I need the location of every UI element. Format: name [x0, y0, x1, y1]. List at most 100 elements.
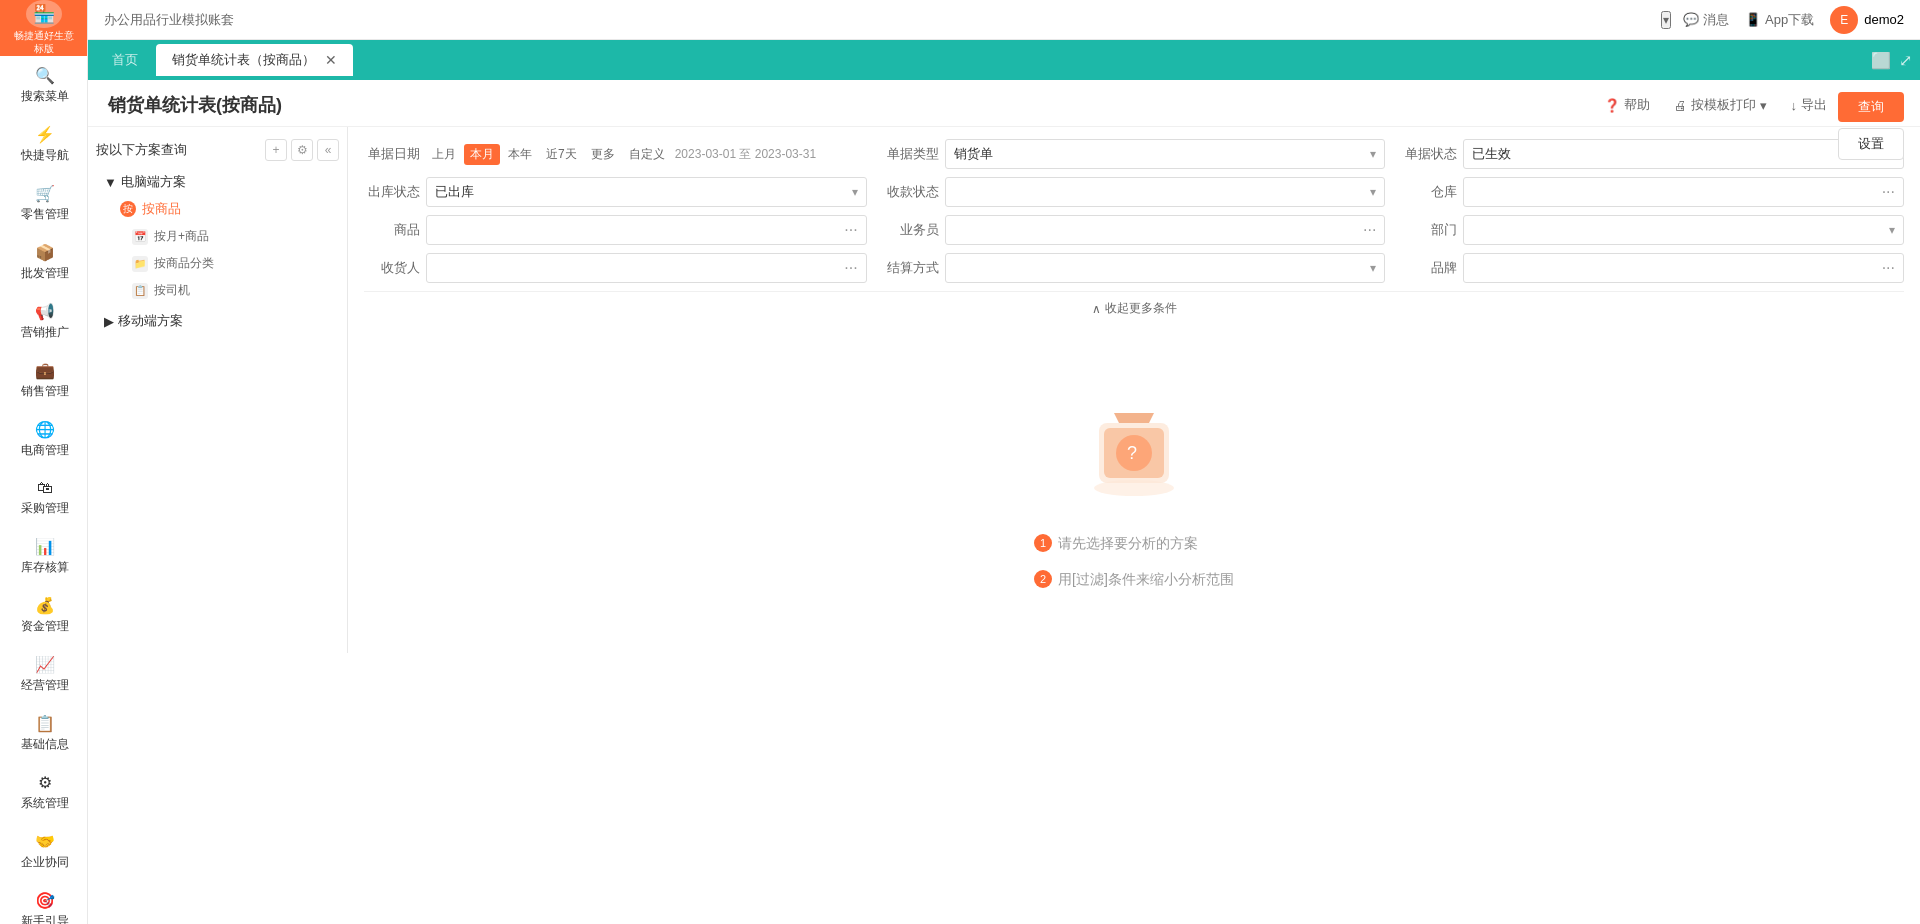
scheme-by-month-product[interactable]: 📅 按月+商品 — [96, 223, 339, 250]
page-title: 销货单统计表(按商品) — [108, 93, 282, 117]
sidebar-item-marketing[interactable]: 📢 营销推广 — [0, 292, 87, 351]
date-tab-last-month[interactable]: 上月 — [426, 144, 462, 165]
sidebar-item-finance[interactable]: 💰 资金管理 — [0, 586, 87, 645]
maximize-icon[interactable]: ⤢ — [1899, 51, 1912, 70]
sidebar-item-operations[interactable]: 📈 经营管理 — [0, 645, 87, 704]
brand-input[interactable]: ··· — [1463, 253, 1904, 283]
collapse-left-btn[interactable]: « — [317, 139, 339, 161]
collapse-filters-btn[interactable]: ∧ 收起更多条件 — [1092, 300, 1177, 317]
wholesale-icon: 📦 — [35, 243, 55, 262]
query-button[interactable]: 查询 — [1838, 92, 1904, 122]
salesperson-input[interactable]: ··· — [945, 215, 1386, 245]
scheme-by-category[interactable]: 📁 按商品分类 — [96, 250, 339, 277]
tab-close-icon[interactable]: ✕ — [325, 52, 337, 68]
add-icon: + — [272, 143, 279, 157]
user-menu[interactable]: E demo2 — [1830, 6, 1904, 34]
doc-status-label: 单据状态 — [1401, 145, 1457, 163]
mobile-group-label: 移动端方案 — [118, 312, 183, 330]
date-range-value: 2023-03-01 至 2023-03-31 — [675, 146, 816, 163]
filter-row-3: 商品 ··· 业务员 ··· — [364, 215, 1904, 245]
salesperson-label: 业务员 — [883, 221, 939, 239]
desktop-group-header[interactable]: ▼ 电脑端方案 — [96, 169, 339, 195]
sidebar-item-quick-nav-label: 快捷导航 — [21, 147, 69, 164]
product-dots-icon: ··· — [844, 221, 857, 239]
filter-right-panel: 单据日期 上月 本月 本年 近7天 更多 自定义 20 — [348, 127, 1920, 333]
app-download-label: App下载 — [1765, 11, 1814, 29]
app-download-btn[interactable]: 📱 App下载 — [1745, 11, 1814, 29]
sidebar-item-retail[interactable]: 🛒 零售管理 — [0, 174, 87, 233]
department-arrow-icon: ▾ — [1889, 223, 1895, 237]
sidebar-item-inventory-label: 库存核算 — [21, 559, 69, 576]
settings-scheme-btn[interactable]: ⚙ — [291, 139, 313, 161]
date-tabs: 上月 本月 本年 近7天 更多 自定义 — [426, 144, 671, 165]
filter-left-panel: 按以下方案查询 + ⚙ « ▼ — [88, 127, 348, 653]
sidebar-item-basic[interactable]: 📋 基础信息 — [0, 704, 87, 763]
operations-icon: 📈 — [35, 655, 55, 674]
tab-home[interactable]: 首页 — [96, 44, 154, 76]
month-icon: 📅 — [132, 229, 148, 245]
ecommerce-icon: 🌐 — [35, 420, 55, 439]
date-label: 单据日期 — [364, 145, 420, 163]
sidebar-item-search[interactable]: 🔍 搜索菜单 — [0, 56, 87, 115]
help-btn[interactable]: ❓ 帮助 — [1596, 92, 1658, 118]
desktop-group-label: 电脑端方案 — [121, 173, 186, 191]
warehouse-field: 仓库 ··· — [1401, 177, 1904, 207]
export-icon: ↓ — [1791, 98, 1798, 113]
settlement-input[interactable]: ▾ — [945, 253, 1386, 283]
message-btn[interactable]: 💬 消息 — [1683, 11, 1729, 29]
minimize-icon[interactable]: ⬜ — [1871, 51, 1891, 70]
sidebar-item-retail-label: 零售管理 — [21, 206, 69, 223]
step2-circle: 2 — [1034, 570, 1052, 588]
out-status-input[interactable]: 已出库 ▾ — [426, 177, 867, 207]
department-input[interactable]: ▾ — [1463, 215, 1904, 245]
settings-icon: ⚙ — [297, 143, 308, 157]
receiver-input[interactable]: ··· — [426, 253, 867, 283]
print-btn[interactable]: 🖨 按模板打印 ▾ — [1666, 92, 1775, 118]
sidebar-item-purchase[interactable]: 🛍 采购管理 — [0, 469, 87, 527]
main-area: 办公用品行业模拟账套 ▾ 💬 消息 📱 App下载 E demo2 首页 — [88, 0, 1920, 924]
topbar-title: 办公用品行业模拟账套 — [104, 11, 1649, 29]
payment-status-label: 收款状态 — [883, 183, 939, 201]
mobile-group-header[interactable]: ▶ 移动端方案 — [96, 308, 339, 334]
content-area: 销货单统计表(按商品) ❓ 帮助 🖨 按模板打印 ▾ ↓ 导出 ↺ 刷新 — [88, 80, 1920, 924]
filter-right-area: 单据日期 上月 本月 本年 近7天 更多 自定义 20 — [348, 127, 1920, 653]
export-btn[interactable]: ↓ 导出 — [1783, 92, 1836, 118]
date-tab-this-month[interactable]: 本月 — [464, 144, 500, 165]
sidebar-item-system[interactable]: ⚙ 系统管理 — [0, 763, 87, 822]
avatar-initials: E — [1840, 13, 1848, 27]
scheme-by-category-label: 按商品分类 — [154, 255, 214, 272]
sidebar-item-guide[interactable]: 🎯 新手引导 — [0, 881, 87, 924]
date-tab-custom[interactable]: 自定义 — [623, 144, 671, 165]
settlement-arrow-icon: ▾ — [1370, 261, 1376, 275]
payment-status-input[interactable]: ▾ — [945, 177, 1386, 207]
topbar-dropdown-btn[interactable]: ▾ — [1661, 11, 1671, 29]
settings-button[interactable]: 设置 — [1838, 128, 1904, 160]
system-icon: ⚙ — [38, 773, 52, 792]
empty-step2-label: 用[过滤]条件来缩小分析范围 — [1058, 565, 1234, 593]
scheme-by-cashier[interactable]: 📋 按司机 — [96, 277, 339, 304]
warehouse-label: 仓库 — [1401, 183, 1457, 201]
doc-type-label: 单据类型 — [883, 145, 939, 163]
sidebar-item-sales[interactable]: 💼 销售管理 — [0, 351, 87, 410]
sidebar-item-ecommerce[interactable]: 🌐 电商管理 — [0, 410, 87, 469]
date-tab-this-year[interactable]: 本年 — [502, 144, 538, 165]
date-tab-7days[interactable]: 近7天 — [540, 144, 583, 165]
sidebar-item-cooperation[interactable]: 🤝 企业协同 — [0, 822, 87, 881]
sidebar-item-inventory[interactable]: 📊 库存核算 — [0, 527, 87, 586]
doc-type-field: 单据类型 销货单 ▾ — [883, 139, 1386, 169]
filter-left-header: 按以下方案查询 + ⚙ « — [96, 139, 339, 161]
out-status-arrow-icon: ▾ — [852, 185, 858, 199]
tab-sales-stats[interactable]: 销货单统计表（按商品） ✕ — [156, 44, 353, 76]
product-input[interactable]: ··· — [426, 215, 867, 245]
sidebar-item-quick-nav[interactable]: ⚡ 快捷导航 — [0, 115, 87, 174]
cashier-icon: 📋 — [132, 283, 148, 299]
date-tab-more[interactable]: 更多 — [585, 144, 621, 165]
doc-type-input[interactable]: 销货单 ▾ — [945, 139, 1386, 169]
sidebar-item-wholesale[interactable]: 📦 批发管理 — [0, 233, 87, 292]
basic-icon: 📋 — [35, 714, 55, 733]
add-scheme-btn[interactable]: + — [265, 139, 287, 161]
warehouse-input[interactable]: ··· — [1463, 177, 1904, 207]
scheme-by-product[interactable]: 按 按商品 — [96, 195, 339, 223]
collapse-row: ∧ 收起更多条件 — [364, 296, 1904, 321]
doc-type-arrow-icon: ▾ — [1370, 147, 1376, 161]
